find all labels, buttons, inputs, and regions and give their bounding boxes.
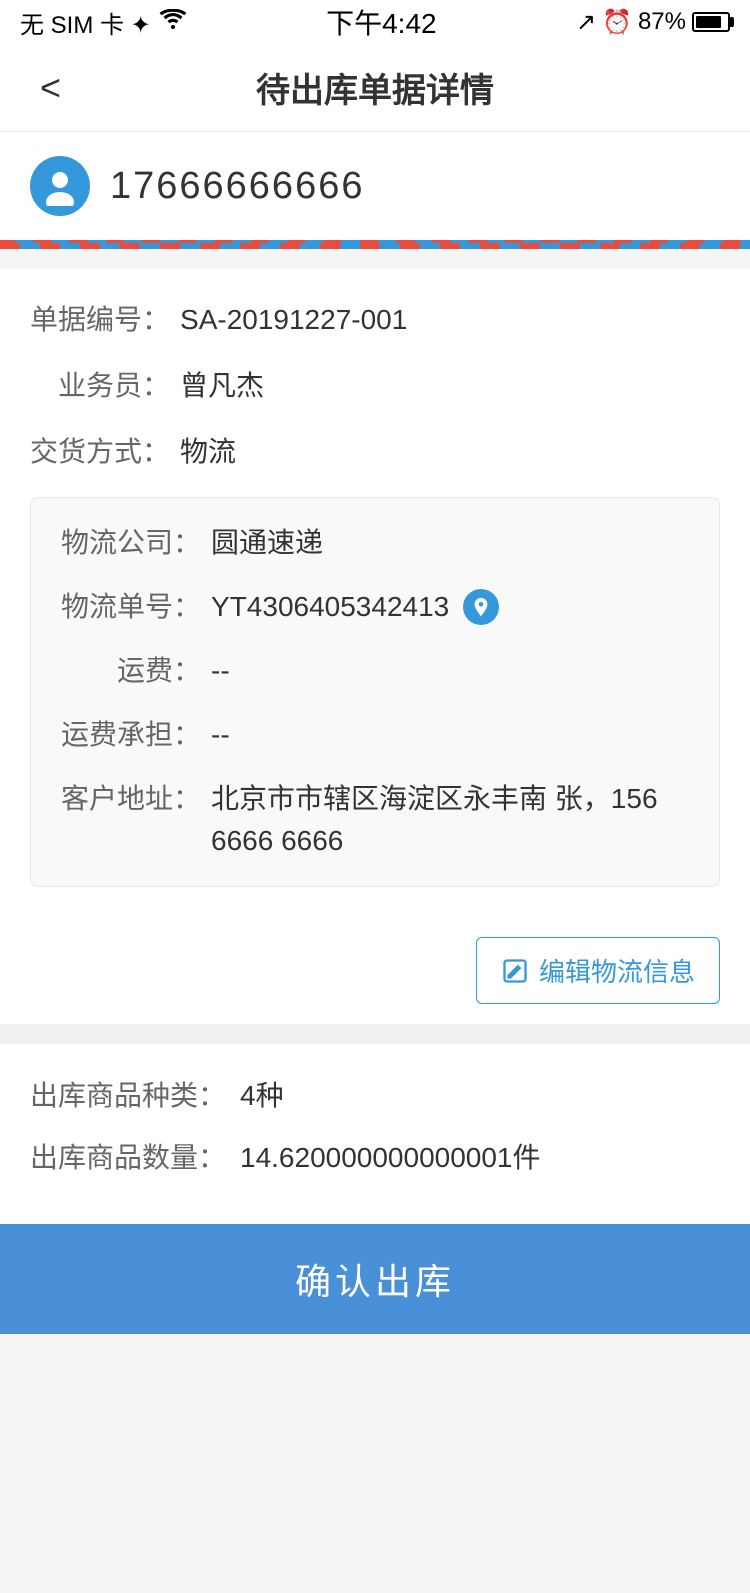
page-title: 待出库单据详情: [256, 63, 494, 112]
logistics-company-row: 物流公司： 圆通速递: [61, 522, 689, 564]
product-quantity-value: 14.620000000000001件: [240, 1136, 541, 1176]
product-section: 出库商品种类： 4种 出库商品数量： 14.620000000000001件: [0, 1044, 750, 1206]
order-info-section: 单据编号： SA-20191227-001 业务员： 曾凡杰 交货方式： 物流 …: [0, 269, 750, 917]
product-type-row: 出库商品种类： 4种: [30, 1074, 720, 1114]
battery-text: 87%: [638, 8, 686, 36]
alarm-icon: ⏰: [602, 8, 632, 37]
delivery-label: 交货方式：: [30, 431, 170, 473]
product-quantity-label: 出库商品数量：: [30, 1136, 230, 1176]
edit-btn-row: 编辑物流信息: [0, 917, 750, 1024]
order-number-row: 单据编号： SA-20191227-001: [30, 299, 720, 341]
customer-address-row: 客户地址： 北京市市辖区海淀区永丰南 张，156 6666 6666: [61, 778, 689, 862]
freight-row: 运费： --: [61, 650, 689, 692]
logistics-company-label: 物流公司：: [61, 522, 201, 564]
freight-label: 运费：: [61, 650, 201, 692]
edit-logistics-button[interactable]: 编辑物流信息: [476, 937, 720, 1004]
gray-separator-1: [0, 1024, 750, 1044]
back-button[interactable]: <: [30, 57, 71, 119]
delivery-value: 物流: [180, 431, 720, 473]
sim-status: 无 SIM 卡 ✦: [20, 5, 151, 40]
confirm-button-label: 确认出库: [295, 1253, 455, 1305]
logistics-tracking-label: 物流单号：: [61, 586, 201, 628]
salesman-value: 曾凡杰: [180, 365, 720, 407]
product-quantity-row: 出库商品数量： 14.620000000000001件: [30, 1136, 720, 1176]
order-number-value: SA-20191227-001: [180, 299, 720, 341]
status-bar-right: ↗ ⏰ 87%: [576, 8, 730, 37]
customer-phone: 17666666666: [110, 165, 364, 208]
status-bar-time: 下午4:42: [326, 2, 437, 42]
status-bar: 无 SIM 卡 ✦ 下午4:42 ↗ ⏰ 87%: [0, 0, 750, 44]
confirm-button-bar[interactable]: 确认出库: [0, 1224, 750, 1334]
logistics-card: 物流公司： 圆通速递 物流单号： YT4306405342413 运费： --: [30, 497, 720, 887]
logistics-tracking-value: YT4306405342413: [211, 586, 689, 628]
location-arrow-icon: ↗: [576, 8, 596, 37]
avatar: [30, 156, 90, 216]
freight-bear-label: 运费承担：: [61, 714, 201, 756]
freight-value: --: [211, 650, 689, 692]
logistics-tracking-row: 物流单号： YT4306405342413: [61, 586, 689, 628]
salesman-label: 业务员：: [30, 365, 170, 407]
status-bar-left: 无 SIM 卡 ✦: [20, 5, 187, 40]
tracking-location-icon[interactable]: [463, 589, 499, 625]
salesman-row: 业务员： 曾凡杰: [30, 365, 720, 407]
freight-bear-row: 运费承担： --: [61, 714, 689, 756]
product-type-value: 4种: [240, 1074, 284, 1114]
product-type-label: 出库商品种类：: [30, 1074, 230, 1114]
order-number-label: 单据编号：: [30, 299, 170, 341]
delivery-row: 交货方式： 物流: [30, 431, 720, 473]
battery-icon: [692, 12, 730, 32]
dashed-divider: [0, 243, 750, 249]
customer-address-label: 客户地址：: [61, 778, 201, 820]
wifi-icon: [159, 8, 187, 36]
main-content: 17666666666 单据编号： SA-20191227-001 业务员： 曾…: [0, 132, 750, 1593]
customer-address-value: 北京市市辖区海淀区永丰南 张，156 6666 6666: [211, 778, 689, 862]
nav-bar: < 待出库单据详情: [0, 44, 750, 132]
customer-header: 17666666666: [0, 132, 750, 243]
freight-bear-value: --: [211, 714, 689, 756]
logistics-company-value: 圆通速递: [211, 522, 689, 564]
bottom-spacer: [0, 1313, 750, 1473]
